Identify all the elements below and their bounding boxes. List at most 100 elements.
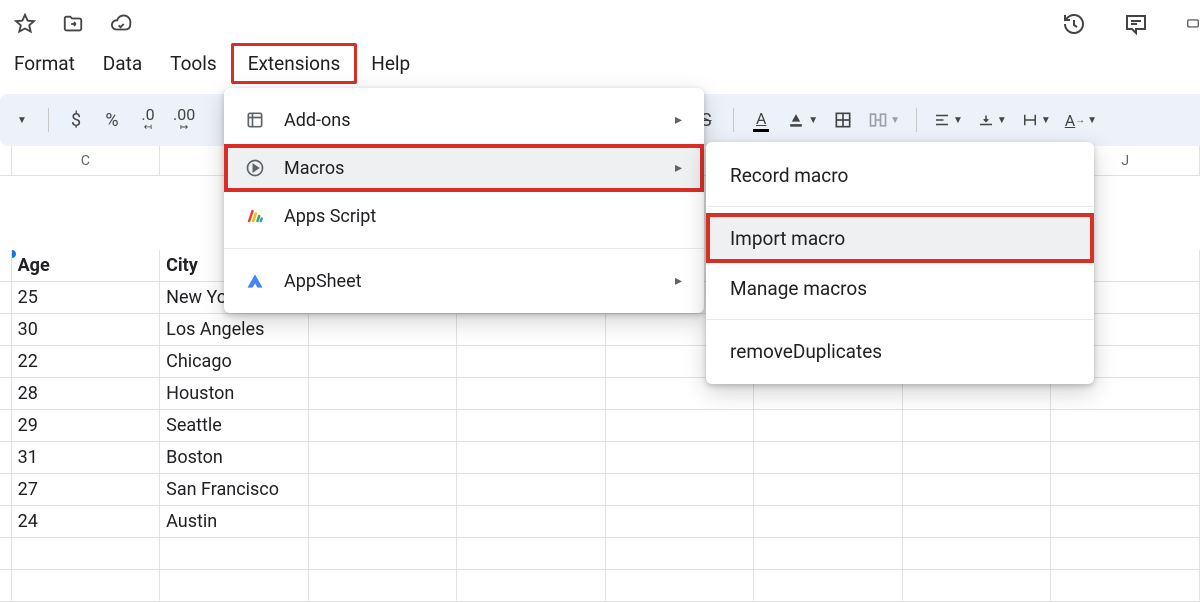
cell[interactable] <box>457 442 606 474</box>
ext-macros[interactable]: Macros ▸ <box>224 144 704 192</box>
cell[interactable] <box>606 570 755 602</box>
decrease-decimal[interactable]: .0↤ <box>133 105 163 135</box>
cell[interactable] <box>1051 570 1200 602</box>
cell[interactable]: 31 <box>12 442 161 474</box>
cell[interactable] <box>12 570 161 602</box>
cell[interactable] <box>903 570 1052 602</box>
align-horizontal[interactable]: ▼ <box>929 105 967 135</box>
cell[interactable] <box>903 506 1052 538</box>
move-folder-icon[interactable] <box>62 13 84 35</box>
merge-cells[interactable]: ▼ <box>864 105 904 135</box>
cell[interactable] <box>457 506 606 538</box>
ext-apps-script[interactable]: Apps Script <box>224 192 704 240</box>
menu-extensions[interactable]: Extensions <box>231 43 358 84</box>
cell[interactable] <box>309 314 458 346</box>
format-currency[interactable]: $ <box>61 105 91 135</box>
cell[interactable] <box>754 474 903 506</box>
cell[interactable] <box>754 410 903 442</box>
cell[interactable] <box>606 538 755 570</box>
cell[interactable]: Austin <box>160 506 309 538</box>
cell[interactable]: 30 <box>12 314 161 346</box>
cloud-status-icon[interactable] <box>110 13 132 35</box>
cell[interactable] <box>903 538 1052 570</box>
col-header-c[interactable]: C <box>12 146 161 176</box>
cell[interactable]: 25 <box>12 282 161 314</box>
cell[interactable] <box>606 474 755 506</box>
cell[interactable] <box>457 570 606 602</box>
row-header[interactable] <box>0 570 12 602</box>
star-icon[interactable] <box>14 13 36 35</box>
cell[interactable] <box>160 570 309 602</box>
cell[interactable] <box>457 378 606 410</box>
cell[interactable]: 29 <box>12 410 161 442</box>
cell[interactable] <box>457 314 606 346</box>
cell[interactable] <box>309 378 458 410</box>
row-header[interactable] <box>0 282 12 314</box>
cell[interactable] <box>903 410 1052 442</box>
cell[interactable]: Age <box>12 250 161 282</box>
cell[interactable] <box>309 474 458 506</box>
cell[interactable]: Chicago <box>160 346 309 378</box>
cell[interactable] <box>606 442 755 474</box>
borders[interactable] <box>828 105 858 135</box>
cell[interactable] <box>1051 474 1200 506</box>
cell[interactable] <box>457 474 606 506</box>
macro-manage[interactable]: Manage macros <box>706 263 1094 313</box>
text-color[interactable]: A <box>746 105 776 135</box>
row-header[interactable] <box>0 250 12 282</box>
row-header[interactable] <box>0 378 12 410</box>
ext-addons[interactable]: Add-ons ▸ <box>224 96 704 144</box>
cell[interactable] <box>606 506 755 538</box>
cell[interactable] <box>1051 442 1200 474</box>
cell[interactable]: Houston <box>160 378 309 410</box>
cell[interactable] <box>606 410 755 442</box>
cell[interactable] <box>309 410 458 442</box>
row-header[interactable] <box>0 346 12 378</box>
row-header[interactable] <box>0 442 12 474</box>
align-vertical[interactable]: ▼ <box>973 105 1011 135</box>
cell[interactable] <box>12 538 161 570</box>
macro-record[interactable]: Record macro <box>706 150 1094 200</box>
cell[interactable]: 22 <box>12 346 161 378</box>
history-icon[interactable] <box>1062 12 1086 36</box>
text-wrap[interactable]: ▼ <box>1017 105 1055 135</box>
row-header[interactable] <box>0 538 12 570</box>
cell[interactable] <box>754 538 903 570</box>
fill-color[interactable]: ▼ <box>782 105 822 135</box>
ext-appsheet[interactable]: AppSheet ▸ <box>224 257 704 305</box>
cell[interactable]: 27 <box>12 474 161 506</box>
present-icon[interactable] <box>1186 12 1200 36</box>
cell[interactable] <box>754 506 903 538</box>
cell[interactable] <box>309 570 458 602</box>
cell[interactable] <box>309 506 458 538</box>
cell[interactable]: Los Angeles <box>160 314 309 346</box>
row-header[interactable] <box>0 506 12 538</box>
menu-help[interactable]: Help <box>357 46 424 81</box>
cell[interactable] <box>457 538 606 570</box>
cell[interactable] <box>457 346 606 378</box>
row-header[interactable] <box>0 410 12 442</box>
menu-data[interactable]: Data <box>89 46 156 81</box>
cell[interactable] <box>309 538 458 570</box>
format-percent[interactable]: % <box>97 105 127 135</box>
cell[interactable]: Boston <box>160 442 309 474</box>
macro-removeduplicates[interactable]: removeDuplicates <box>706 326 1094 376</box>
comment-icon[interactable] <box>1124 12 1148 36</box>
cell[interactable] <box>903 474 1052 506</box>
cell[interactable] <box>1051 410 1200 442</box>
cell[interactable] <box>754 442 903 474</box>
cell[interactable]: Seattle <box>160 410 309 442</box>
macro-import[interactable]: Import macro <box>706 213 1094 263</box>
text-rotate[interactable]: A→▼ <box>1061 105 1101 135</box>
cell[interactable]: 24 <box>12 506 161 538</box>
cell[interactable] <box>457 410 606 442</box>
row-header[interactable] <box>0 314 12 346</box>
menu-tools[interactable]: Tools <box>156 46 231 81</box>
menu-format[interactable]: Format <box>0 46 89 81</box>
cell[interactable]: 28 <box>12 378 161 410</box>
cell[interactable] <box>309 442 458 474</box>
cell[interactable] <box>754 570 903 602</box>
cell[interactable] <box>309 346 458 378</box>
cell[interactable]: San Francisco <box>160 474 309 506</box>
cell[interactable] <box>903 442 1052 474</box>
